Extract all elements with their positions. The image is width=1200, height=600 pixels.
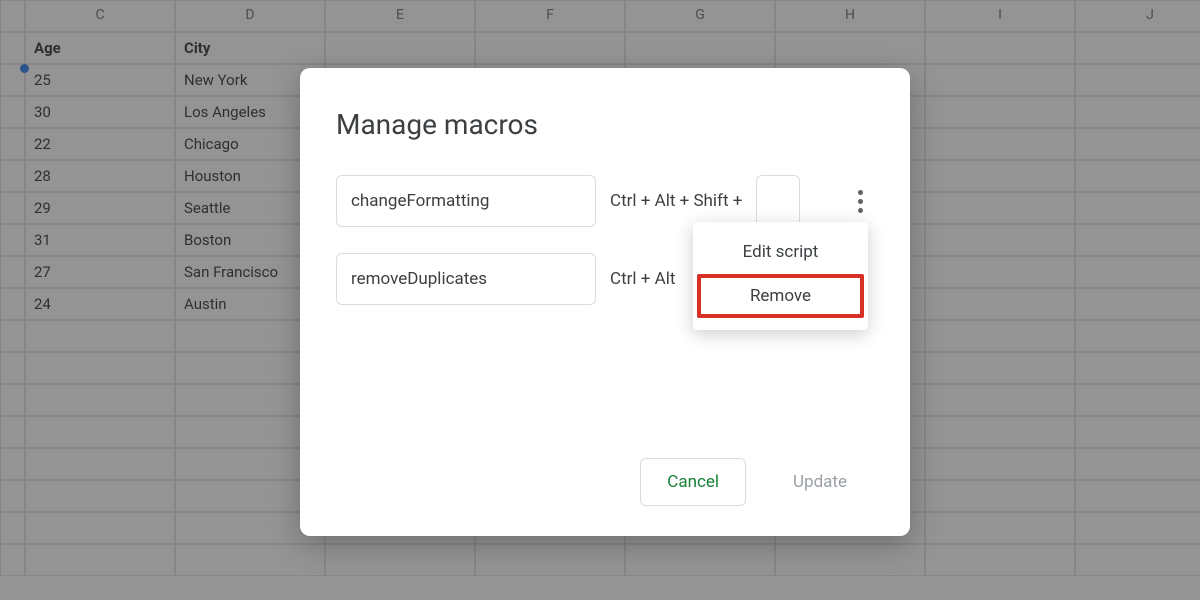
macro-row: changeFormatting Ctrl + Alt + Shift + xyxy=(336,175,874,227)
macro-name-input[interactable]: changeFormatting xyxy=(336,175,596,227)
update-button[interactable]: Update xyxy=(766,458,874,506)
dialog-title: Manage macros xyxy=(336,108,874,141)
dialog-footer: Cancel Update xyxy=(640,458,874,506)
shortcut-key-input[interactable] xyxy=(756,175,800,227)
macro-options-dropdown: Edit script Remove xyxy=(693,222,868,330)
shortcut-prefix: Ctrl + Alt xyxy=(610,269,675,289)
cancel-button[interactable]: Cancel xyxy=(640,458,746,506)
more-options-button[interactable] xyxy=(846,181,874,221)
more-vertical-icon xyxy=(858,190,863,195)
macro-name-input[interactable]: removeDuplicates xyxy=(336,253,596,305)
edit-script-menu-item[interactable]: Edit script xyxy=(693,232,868,272)
remove-menu-item[interactable]: Remove xyxy=(697,274,864,318)
shortcut-prefix: Ctrl + Alt + Shift + xyxy=(610,191,742,211)
